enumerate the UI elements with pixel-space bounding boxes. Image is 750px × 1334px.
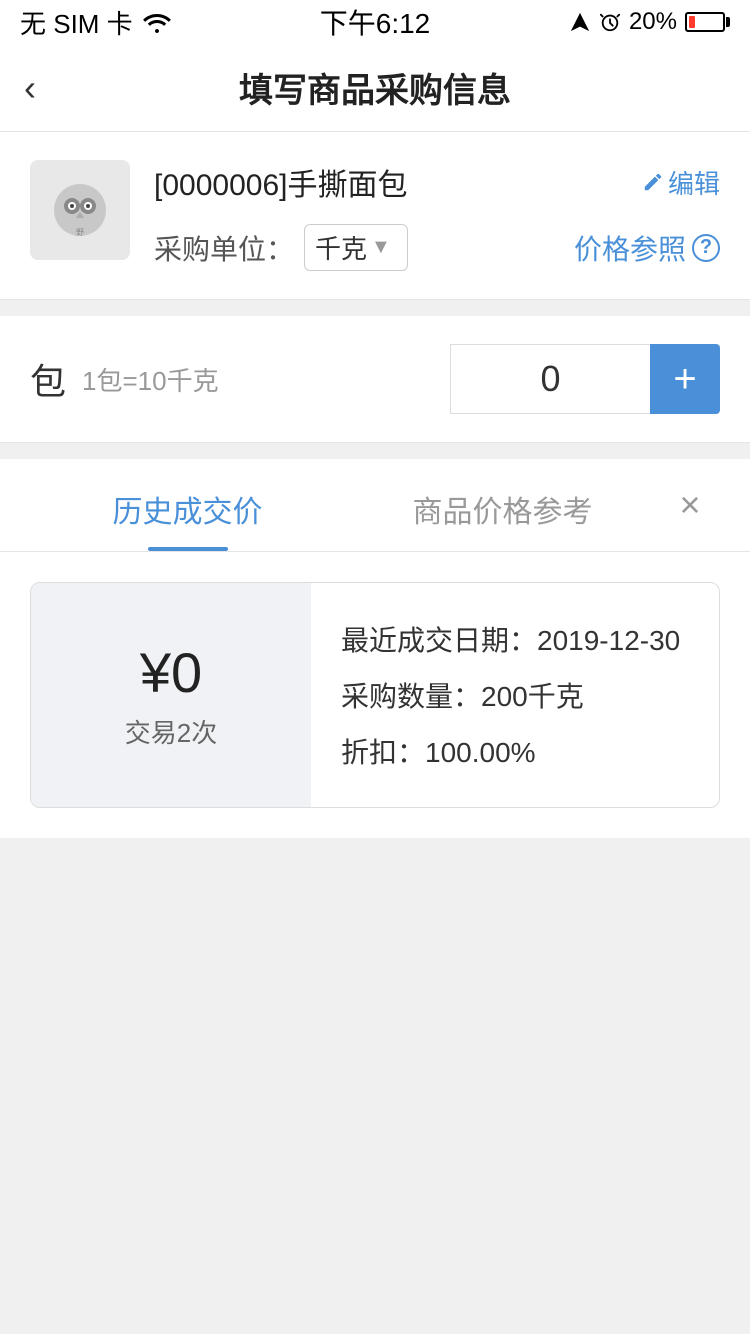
discount-label: 折扣： (341, 737, 425, 768)
tab-product-price-ref[interactable]: 商品价格参考 (345, 459, 660, 551)
tabs-close-button[interactable]: × (660, 475, 720, 535)
quantity-label: 包 1包=10千克 (30, 353, 219, 405)
edit-button[interactable]: 编辑 (642, 164, 720, 201)
purchase-unit-row: 采购单位： 千克 ▼ 价格参照 ? (154, 224, 720, 271)
discount-value: 100.00% (425, 737, 536, 768)
product-logo: 野 (50, 180, 110, 240)
svg-text:野: 野 (76, 228, 84, 237)
quantity-input[interactable]: 0 (450, 344, 650, 414)
history-content: ¥0 交易2次 最近成交日期：2019-12-30 采购数量：200千克 折扣：… (0, 552, 750, 838)
price-currency: ¥ (140, 641, 171, 704)
recent-date-line: 最近成交日期：2019-12-30 (341, 619, 689, 659)
status-right: 20% (569, 8, 730, 36)
unit-select[interactable]: 千克 ▼ (304, 224, 408, 271)
price-ref-question-icon: ? (692, 234, 720, 262)
status-time: 下午6:12 (320, 2, 431, 42)
product-card: 野 [0000006]手撕面包 编辑 采购单位： 千克 ▼ 价格参 (0, 132, 750, 300)
purchase-qty-line: 采购数量：200千克 (341, 675, 689, 715)
quantity-section: 包 1包=10千克 0 + (0, 316, 750, 443)
quantity-plus-button[interactable]: + (650, 344, 720, 414)
tabs-section: 历史成交价 商品价格参考 × ¥0 交易2次 最近成交日期：2019-12-30… (0, 459, 750, 838)
tab1-label: 历史成交价 (113, 496, 263, 529)
unit-conversion: 1包=10千克 (82, 361, 219, 398)
price-amount: ¥0 (140, 640, 202, 705)
quantity-input-row: 0 + (450, 344, 720, 414)
price-card-right: 最近成交日期：2019-12-30 采购数量：200千克 折扣：100.00% (311, 583, 719, 807)
product-name-row: [0000006]手撕面包 编辑 (154, 160, 720, 204)
tabs-header: 历史成交价 商品价格参考 × (0, 459, 750, 552)
price-card: ¥0 交易2次 最近成交日期：2019-12-30 采购数量：200千克 折扣：… (30, 582, 720, 808)
edit-label: 编辑 (668, 164, 720, 201)
location-icon (569, 11, 591, 33)
page-background (0, 838, 750, 1238)
recent-date-label: 最近成交日期： (341, 625, 537, 656)
wifi-icon (141, 11, 173, 33)
status-bar: 无 SIM 卡 下午6:12 20% (0, 0, 750, 44)
header: ‹ 填写商品采购信息 (0, 44, 750, 132)
price-ref-button[interactable]: 价格参照 ? (574, 228, 720, 268)
quantity-value: 0 (540, 358, 560, 400)
price-ref-label: 价格参照 (574, 228, 686, 268)
product-name: [0000006]手撕面包 (154, 160, 407, 204)
battery-icon (685, 12, 730, 32)
purchase-qty-value: 200千克 (481, 681, 584, 712)
no-sim-text: 无 SIM 卡 (20, 4, 133, 41)
battery-percent: 20% (629, 8, 677, 36)
product-thumbnail: 野 (30, 160, 130, 260)
alarm-icon (599, 11, 621, 33)
recent-date-value: 2019-12-30 (537, 625, 680, 656)
price-value: 0 (171, 641, 202, 704)
back-button[interactable]: ‹ (24, 67, 36, 109)
dropdown-arrow-icon: ▼ (371, 236, 391, 259)
purchase-unit-label: 采购单位： (154, 228, 294, 268)
status-left: 无 SIM 卡 (20, 4, 173, 41)
price-trade-count: 交易2次 (125, 713, 217, 750)
page-title: 填写商品采购信息 (239, 63, 511, 112)
unit-badge: 包 (30, 353, 66, 405)
tab2-label: 商品价格参考 (413, 496, 593, 529)
product-info: [0000006]手撕面包 编辑 采购单位： 千克 ▼ 价格参照 ? (154, 160, 720, 271)
price-card-left: ¥0 交易2次 (31, 583, 311, 807)
purchase-qty-label: 采购数量： (341, 681, 481, 712)
discount-line: 折扣：100.00% (341, 731, 689, 771)
edit-icon (642, 171, 664, 193)
tab-history-price[interactable]: 历史成交价 (30, 459, 345, 551)
purchase-unit-left: 采购单位： 千克 ▼ (154, 224, 408, 271)
unit-value: 千克 (315, 229, 367, 266)
